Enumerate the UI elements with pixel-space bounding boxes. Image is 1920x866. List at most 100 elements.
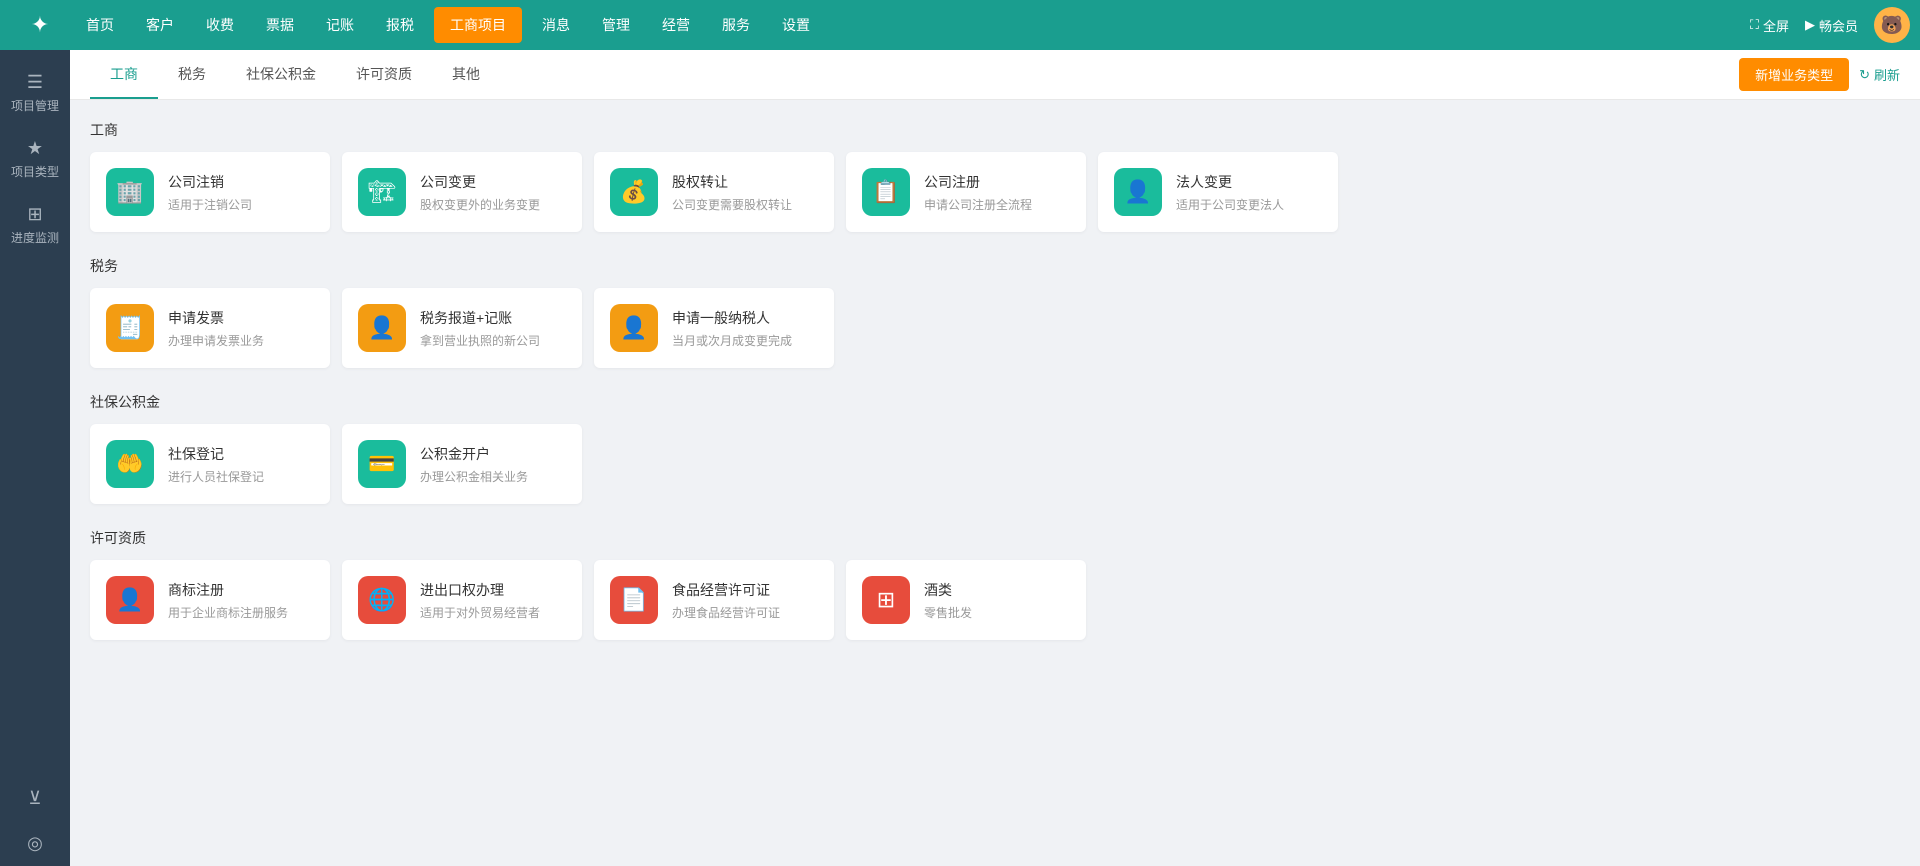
card-text: 税务报道+记账拿到营业执照的新公司	[420, 308, 540, 349]
sidebar-label: 项目管理	[11, 97, 59, 114]
card-title: 公司注销	[168, 172, 252, 192]
card-text: 社保登记进行人员社保登记	[168, 444, 264, 485]
tab-许可资质[interactable]: 许可资质	[336, 50, 432, 99]
card-desc: 公司变更需要股权转让	[672, 196, 792, 213]
tabs: 工商税务社保公积金许可资质其他	[90, 50, 500, 99]
card-icon: 🤲	[106, 440, 154, 488]
nav-item-报税[interactable]: 报税	[370, 0, 430, 50]
nav-item-设置[interactable]: 设置	[766, 0, 826, 50]
card-title: 商标注册	[168, 580, 288, 600]
main-layout: ☰项目管理★项目类型⊞进度监测⊻◎ 工商税务社保公积金许可资质其他 新增业务类型…	[0, 50, 1920, 866]
card-税务报道+记账[interactable]: 👤税务报道+记账拿到营业执照的新公司	[342, 288, 582, 368]
card-title: 股权转让	[672, 172, 792, 192]
card-进出口权办理[interactable]: 🌐 进出口权办理适用于对外贸易经营者	[342, 560, 582, 640]
card-icon: ⊞	[862, 576, 910, 624]
card-商标注册[interactable]: 👤商标注册用于企业商标注册服务	[90, 560, 330, 640]
nav-right: ⛶ 全屏 ▶ 畅会员 🐻	[1750, 7, 1910, 43]
card-desc: 股权变更外的业务变更	[420, 196, 540, 213]
logo: ✦	[10, 12, 70, 38]
card-icon: 👤	[1114, 168, 1162, 216]
card-text: 进出口权办理适用于对外贸易经营者	[420, 580, 540, 621]
sidebar-bottom-item-0[interactable]: ⊻	[0, 776, 70, 821]
card-社保登记[interactable]: 🤲 社保登记进行人员社保登记	[90, 424, 330, 504]
card-公司变更[interactable]: 🏗 公司变更股权变更外的业务变更	[342, 152, 582, 232]
nav-item-票据[interactable]: 票据	[250, 0, 310, 50]
card-icon: 📄	[610, 576, 658, 624]
nav-item-工商项目[interactable]: 工商项目	[434, 7, 522, 43]
tab-税务[interactable]: 税务	[158, 50, 226, 99]
refresh-button[interactable]: ↻ 刷新	[1859, 65, 1900, 84]
card-text: 公司变更股权变更外的业务变更	[420, 172, 540, 213]
nav-item-管理[interactable]: 管理	[586, 0, 646, 50]
fullscreen-button[interactable]: ⛶ 全屏	[1750, 16, 1789, 35]
card-icon: 📋	[862, 168, 910, 216]
section-工商: 工商🏢公司注销适用于注销公司🏗公司变更股权变更外的业务变更💰股权转让公司变更需要…	[90, 120, 1900, 232]
card-desc: 拿到营业执照的新公司	[420, 332, 540, 349]
nav-item-首页[interactable]: 首页	[70, 0, 130, 50]
card-desc: 办理申请发票业务	[168, 332, 264, 349]
card-text: 商标注册用于企业商标注册服务	[168, 580, 288, 621]
tab-社保公积金[interactable]: 社保公积金	[226, 50, 336, 99]
card-title: 公积金开户	[420, 444, 528, 464]
refresh-icon: ↻	[1859, 67, 1870, 83]
card-股权转让[interactable]: 💰股权转让公司变更需要股权转让	[594, 152, 834, 232]
vip-button[interactable]: ▶ 畅会员	[1805, 16, 1858, 35]
card-酒类[interactable]: ⊞ 酒类零售批发	[846, 560, 1086, 640]
card-title: 法人变更	[1176, 172, 1284, 192]
card-公司注册[interactable]: 📋公司注册申请公司注册全流程	[846, 152, 1086, 232]
tab-工商[interactable]: 工商	[90, 50, 158, 99]
card-icon: 🏗	[358, 168, 406, 216]
sidebar-icon: ★	[27, 138, 43, 159]
card-食品经营许可证[interactable]: 📄食品经营许可证办理食品经营许可证	[594, 560, 834, 640]
nav-item-客户[interactable]: 客户	[130, 0, 190, 50]
nav-item-收费[interactable]: 收费	[190, 0, 250, 50]
vip-label: 畅会员	[1819, 16, 1858, 35]
card-desc: 办理公积金相关业务	[420, 468, 528, 485]
fullscreen-label: 全屏	[1763, 16, 1789, 35]
logo-icon: ✦	[31, 12, 49, 38]
cards-grid: 🤲社保登记进行人员社保登记💳公积金开户办理公积金相关业务	[90, 424, 1900, 504]
card-申请发票[interactable]: 🧾申请发票办理申请发票业务	[90, 288, 330, 368]
nav-item-服务[interactable]: 服务	[706, 0, 766, 50]
nav-items: 首页客户收费票据记账报税工商项目消息管理经营服务设置	[70, 0, 1750, 50]
nav-item-记账[interactable]: 记账	[310, 0, 370, 50]
sidebar-item-项目类型[interactable]: ★项目类型	[0, 126, 70, 192]
sidebar-bottom-icon: ⊻	[28, 788, 41, 809]
card-desc: 办理食品经营许可证	[672, 604, 780, 621]
card-title: 税务报道+记账	[420, 308, 540, 328]
card-title: 社保登记	[168, 444, 264, 464]
card-desc: 申请公司注册全流程	[924, 196, 1032, 213]
sidebar-item-进度监测[interactable]: ⊞ 进度监测	[0, 192, 70, 258]
card-title: 申请发票	[168, 308, 264, 328]
card-title: 酒类	[924, 580, 972, 600]
tab-其他[interactable]: 其他	[432, 50, 500, 99]
cards-grid: 🏢公司注销适用于注销公司🏗公司变更股权变更外的业务变更💰股权转让公司变更需要股权…	[90, 152, 1900, 232]
nav-item-消息[interactable]: 消息	[526, 0, 586, 50]
card-desc: 零售批发	[924, 604, 972, 621]
card-公司注销[interactable]: 🏢公司注销适用于注销公司	[90, 152, 330, 232]
nav-item-经营[interactable]: 经营	[646, 0, 706, 50]
section-社保公积金: 社保公积金🤲社保登记进行人员社保登记💳公积金开户办理公积金相关业务	[90, 392, 1900, 504]
add-type-button[interactable]: 新增业务类型	[1739, 58, 1849, 91]
card-icon: 🌐	[358, 576, 406, 624]
sidebar-label: 进度监测	[11, 229, 59, 246]
sidebar-item-项目管理[interactable]: ☰项目管理	[0, 60, 70, 126]
section-title: 许可资质	[90, 528, 1900, 548]
card-text: 公积金开户办理公积金相关业务	[420, 444, 528, 485]
card-title: 申请一般纳税人	[672, 308, 792, 328]
card-icon: 👤	[610, 304, 658, 352]
sidebar-bottom-item-1[interactable]: ◎	[0, 821, 70, 866]
card-法人变更[interactable]: 👤法人变更适用于公司变更法人	[1098, 152, 1338, 232]
card-desc: 当月或次月成变更完成	[672, 332, 792, 349]
fullscreen-icon: ⛶	[1750, 17, 1759, 33]
section-title: 工商	[90, 120, 1900, 140]
section-title: 社保公积金	[90, 392, 1900, 412]
card-公积金开户[interactable]: 💳公积金开户办理公积金相关业务	[342, 424, 582, 504]
card-desc: 进行人员社保登记	[168, 468, 264, 485]
page-content: 工商🏢公司注销适用于注销公司🏗公司变更股权变更外的业务变更💰股权转让公司变更需要…	[70, 100, 1920, 866]
sidebar-icon: ⊞	[27, 204, 42, 225]
card-text: 酒类零售批发	[924, 580, 972, 621]
card-申请一般纳税人[interactable]: 👤 申请一般纳税人当月或次月成变更完成	[594, 288, 834, 368]
section-许可资质: 许可资质👤商标注册用于企业商标注册服务🌐进出口权办理适用于对外贸易经营者📄食品经…	[90, 528, 1900, 640]
card-desc: 用于企业商标注册服务	[168, 604, 288, 621]
